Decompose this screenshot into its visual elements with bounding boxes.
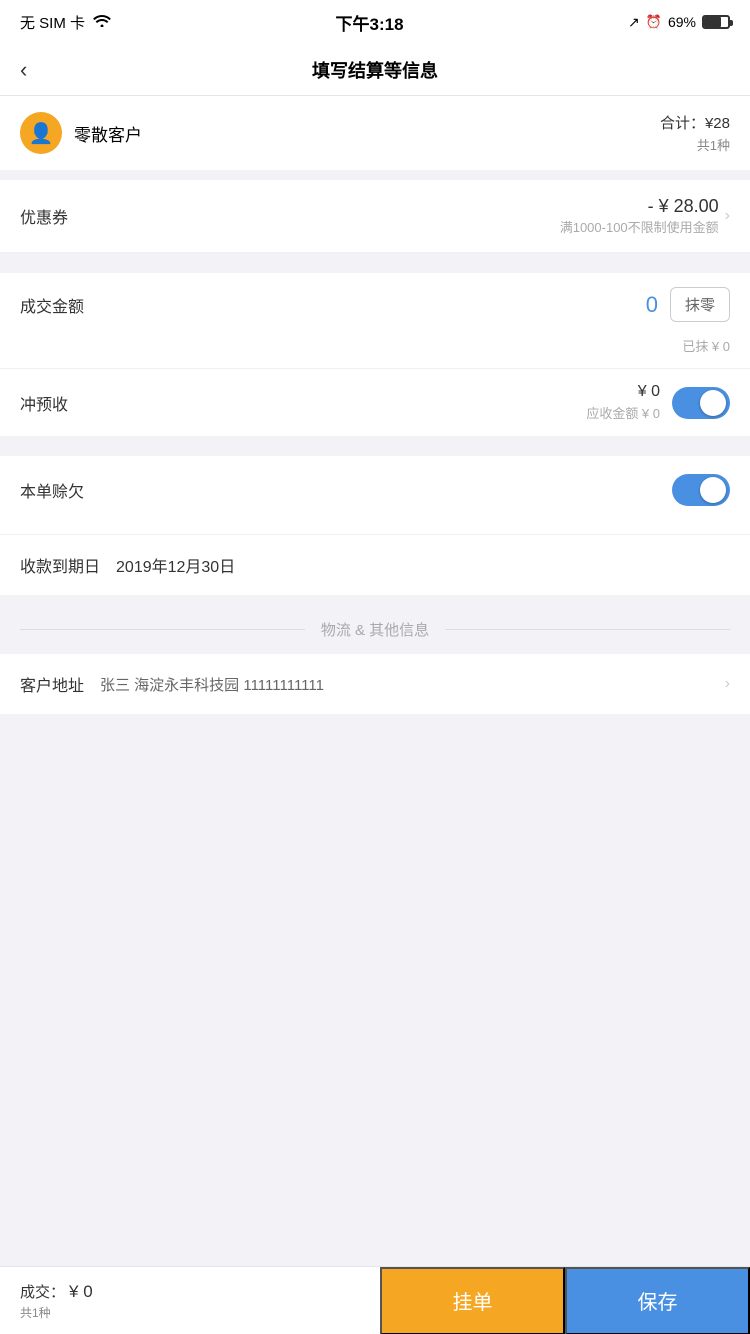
avatar: 👤 xyxy=(20,112,62,154)
debt-toggle[interactable] xyxy=(672,474,730,506)
coupon-label: 优惠券 xyxy=(20,204,68,228)
nav-bar: ‹ 填写结算等信息 xyxy=(0,44,750,96)
save-button[interactable]: 保存 xyxy=(565,1267,750,1334)
address-label: 客户地址 xyxy=(20,672,84,696)
empty-space xyxy=(0,724,750,974)
hold-button[interactable]: 挂单 xyxy=(380,1267,565,1334)
transaction-row: 成交金额 0 抹零 xyxy=(0,273,750,336)
round-button[interactable]: 抹零 xyxy=(670,287,730,322)
status-bar: 无 SIM 卡 下午3:18 ↗ ⏰ 69% xyxy=(0,0,750,44)
chevron-right-icon: › xyxy=(725,207,730,225)
customer-row: 👤 零散客户 合计：¥28 共1种 xyxy=(0,96,750,170)
coupon-desc: 满1000-100不限制使用金额 xyxy=(560,217,719,236)
deal-label: 成交： xyxy=(20,1281,65,1302)
customer-right: 合计：¥28 共1种 xyxy=(660,112,730,154)
coupon-amount: - ¥ 28.00 xyxy=(560,196,719,217)
wifi-icon xyxy=(93,13,111,31)
status-time: 下午3:18 xyxy=(336,10,404,35)
transaction-label: 成交金额 xyxy=(20,293,84,317)
bottom-info: 成交： ¥ 0 共1种 xyxy=(0,1281,380,1321)
coupon-section[interactable]: 优惠券 - ¥ 28.00 满1000-100不限制使用金额 › xyxy=(0,180,750,253)
debt-row: 本单赊欠 xyxy=(0,456,750,524)
amount-area: 0 抹零 xyxy=(646,287,730,322)
separator-3 xyxy=(0,595,750,605)
address-chevron-icon: › xyxy=(725,675,730,693)
bottom-bar: 成交： ¥ 0 共1种 挂单 保存 xyxy=(0,1266,750,1334)
bottom-deal-row: 成交： ¥ 0 xyxy=(20,1281,360,1302)
logistics-section: 物流 & 其他信息 xyxy=(0,605,750,654)
address-section[interactable]: 客户地址 张三 海淀永丰科技园 11111111111 › xyxy=(0,654,750,714)
status-left: 无 SIM 卡 xyxy=(20,12,111,33)
separator-1 xyxy=(0,263,750,273)
address-left: 客户地址 张三 海淀永丰科技园 11111111111 xyxy=(20,672,324,696)
customer-name: 零散客户 xyxy=(74,121,142,146)
deal-amount: ¥ 0 xyxy=(69,1282,93,1302)
debt-toggle-knob xyxy=(700,477,726,503)
battery-percent: 69% xyxy=(668,14,696,30)
customer-left: 👤 零散客户 xyxy=(20,112,142,154)
toggle-knob xyxy=(700,390,726,416)
prepay-amounts: ¥ 0 应收金额 ¥ 0 xyxy=(586,383,660,422)
total-amount: 合计：¥28 xyxy=(660,112,730,133)
due-date-label: 收款到期日 xyxy=(20,553,100,577)
status-right: ↗ ⏰ 69% xyxy=(628,14,730,31)
prepay-amount: ¥ 0 xyxy=(586,383,660,401)
coupon-right: - ¥ 28.00 满1000-100不限制使用金额 › xyxy=(560,196,730,236)
round-sub-text: 已抹 ¥ 0 xyxy=(682,339,730,354)
avatar-icon: 👤 xyxy=(29,121,54,146)
debt-section: 本单赊欠 收款到期日 2019年12月30日 xyxy=(0,456,750,595)
prepayment-toggle[interactable] xyxy=(672,387,730,419)
due-date-row: 收款到期日 2019年12月30日 xyxy=(0,534,750,595)
page-title: 填写结算等信息 xyxy=(312,57,438,83)
carrier-label: 无 SIM 卡 xyxy=(20,12,85,33)
prepayment-right: ¥ 0 应收金额 ¥ 0 xyxy=(586,383,730,422)
bottom-count: 共1种 xyxy=(20,1304,360,1321)
transaction-value[interactable]: 0 xyxy=(646,292,658,318)
address-value: 张三 海淀永丰科技园 11111111111 xyxy=(100,674,324,695)
back-button[interactable]: ‹ xyxy=(20,57,27,83)
coupon-row[interactable]: 优惠券 - ¥ 28.00 满1000-100不限制使用金额 › xyxy=(0,180,750,253)
due-date-value[interactable]: 2019年12月30日 xyxy=(116,553,235,577)
alarm-icon: ⏰ xyxy=(646,14,662,30)
transaction-section: 成交金额 0 抹零 已抹 ¥ 0 冲预收 ¥ 0 应收金额 ¥ 0 xyxy=(0,273,750,436)
logistics-label: 物流 & 其他信息 xyxy=(321,619,429,640)
location-icon: ↗ xyxy=(628,14,640,31)
prepayment-label: 冲预收 xyxy=(20,391,68,415)
debt-label: 本单赊欠 xyxy=(20,478,84,502)
battery-icon xyxy=(702,15,730,29)
separator-2 xyxy=(0,446,750,456)
item-count: 共1种 xyxy=(660,135,730,154)
prepay-sub-text: 应收金额 ¥ 0 xyxy=(586,403,660,422)
prepayment-row: 冲预收 ¥ 0 应收金额 ¥ 0 xyxy=(0,368,750,436)
